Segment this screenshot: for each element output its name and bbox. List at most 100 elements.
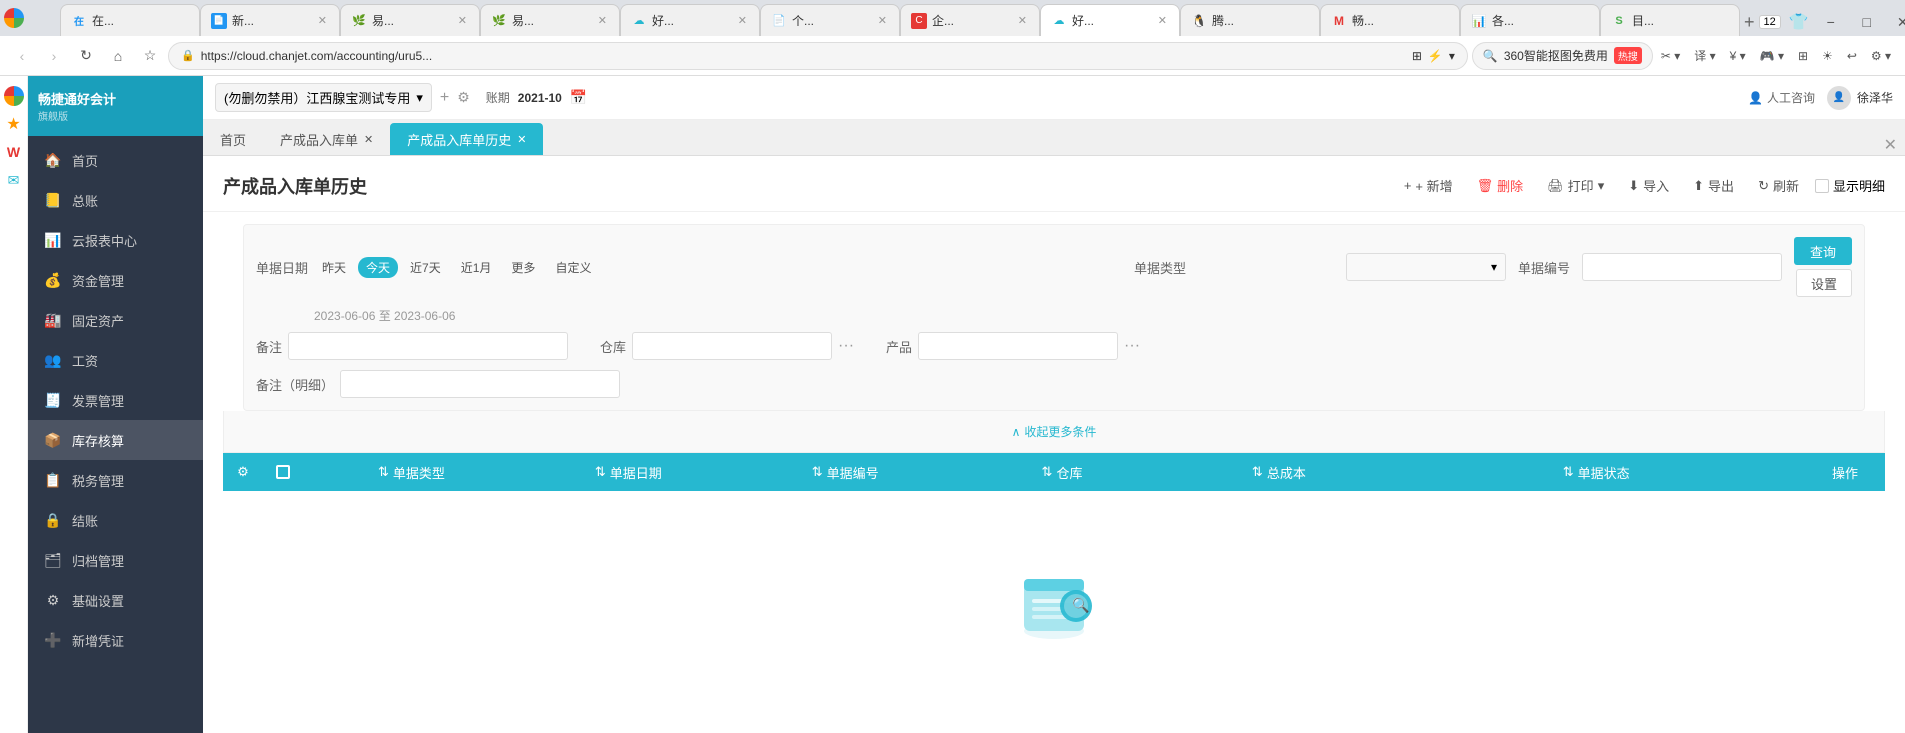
sidebar-item-basic-settings[interactable]: ⚙ 基础设置 [28, 580, 203, 620]
today-btn[interactable]: 今天 [358, 257, 398, 278]
collapse-row: ∧ 收起更多条件 [223, 411, 1885, 453]
undo-tool[interactable]: ↩ [1841, 44, 1863, 68]
note-input[interactable] [288, 332, 568, 360]
page-tab-home[interactable]: 首页 [203, 123, 263, 155]
tab-4[interactable]: 🌿 易... ✕ [480, 4, 620, 36]
collapse-button[interactable]: ∧ 收起更多条件 [1006, 417, 1103, 446]
table-checkbox-col[interactable] [263, 465, 303, 479]
7days-btn[interactable]: 近7天 [402, 257, 449, 278]
tab-11[interactable]: 📊 各... [1460, 4, 1600, 36]
yuan-tool[interactable]: ¥ ▾ [1724, 44, 1752, 68]
tab-6[interactable]: 📄 个... ✕ [760, 4, 900, 36]
maximize-button[interactable]: □ [1853, 8, 1881, 36]
sidebar-item-archive[interactable]: 🗂 归档管理 [28, 540, 203, 580]
icon-sidebar-circle[interactable] [2, 84, 26, 108]
close-panel-button[interactable]: ✕ [1884, 135, 1905, 155]
translate-tool[interactable]: 译 ▾ [1688, 44, 1721, 68]
sidebar-item-cloud-report[interactable]: 📊 云报表中心 [28, 220, 203, 260]
tab-add-button[interactable]: + [1744, 8, 1755, 36]
sidebar-item-home[interactable]: 🏠 首页 [28, 140, 203, 180]
refresh-button[interactable]: ↻ [72, 42, 100, 70]
tab-8[interactable]: ☁ 好... ✕ [1040, 4, 1180, 36]
sidebar-item-closing[interactable]: 🔒 结账 [28, 500, 203, 540]
sidebar-item-payroll[interactable]: 👥 工资 [28, 340, 203, 380]
tab-2[interactable]: 📄 新... ✕ [200, 4, 340, 36]
yesterday-btn[interactable]: 昨天 [314, 257, 354, 278]
tab-10[interactable]: M 畅... [1320, 4, 1460, 36]
page-tab-list-close[interactable]: ✕ [364, 133, 373, 146]
close-button[interactable]: ✕ [1889, 8, 1905, 36]
sidebar-item-ledger[interactable]: 📒 总账 [28, 180, 203, 220]
table-number-col[interactable]: ⇅ 单据编号 [737, 463, 954, 482]
hot-badge: 热搜 [1614, 47, 1642, 64]
print-icon: 🖨 [1547, 178, 1564, 194]
address-bar[interactable]: 🔒 https://cloud.chanjet.com/accounting/u… [168, 42, 1468, 70]
export-button[interactable]: ⬆ 导出 [1685, 172, 1742, 199]
basic-settings-icon: ⚙ [44, 591, 62, 609]
display-checkbox[interactable] [1815, 179, 1829, 193]
tab-12[interactable]: S 目... [1600, 4, 1740, 36]
forward-button[interactable]: › [40, 42, 68, 70]
sidebar-item-funds[interactable]: 💰 资金管理 [28, 260, 203, 300]
filter-settings-button[interactable]: 设置 [1796, 269, 1852, 297]
tab-3[interactable]: 🌿 易... ✕ [340, 4, 480, 36]
layout-tool[interactable]: ⊞ [1792, 44, 1814, 68]
display-detail-toggle[interactable]: 显示明细 [1815, 176, 1885, 195]
page-tab-history-close[interactable]: ✕ [517, 133, 526, 146]
sidebar-item-invoice[interactable]: 🧾 发票管理 [28, 380, 203, 420]
home-button[interactable]: ⌂ [104, 42, 132, 70]
table-status-col[interactable]: ⇅ 单据状态 [1387, 463, 1805, 482]
query-button[interactable]: 查询 [1794, 237, 1852, 265]
warehouse-dots[interactable]: ··· [838, 337, 854, 355]
table-settings-col[interactable]: ⚙ [223, 464, 263, 480]
sidebar-item-new-voucher[interactable]: ➕ 新增凭证 [28, 620, 203, 660]
select-all-checkbox[interactable] [276, 465, 290, 479]
ai-consult-button[interactable]: 👤 人工咨询 [1748, 89, 1815, 106]
import-button[interactable]: ⬇ 导入 [1620, 172, 1677, 199]
refresh-button[interactable]: ↻ 刷新 [1750, 172, 1807, 199]
tab-1[interactable]: 在 在... [60, 4, 200, 36]
company-selector[interactable]: (勿删勿禁用）江西腺宝测试专用 ▾ [215, 83, 432, 112]
sun-tool[interactable]: ☀ [1816, 44, 1839, 68]
company-settings-button[interactable]: ⚙ [457, 89, 470, 106]
page-tab-history[interactable]: 产成品入库单历史 ✕ [390, 123, 543, 155]
tab-5[interactable]: ☁ 好... ✕ [620, 4, 760, 36]
new-icon: + [1404, 178, 1412, 193]
search-box-360[interactable]: 🔍 360智能抠图免费用 热搜 [1472, 42, 1653, 70]
page-tab-list[interactable]: 产成品入库单 ✕ [263, 123, 390, 155]
tab-7[interactable]: C 企... ✕ [900, 4, 1040, 36]
favorite-button[interactable]: ☆ [136, 42, 164, 70]
delete-button[interactable]: 🗑 删除 [1469, 172, 1532, 199]
sidebar-item-inventory[interactable]: 📦 库存核算 [28, 420, 203, 460]
gamepad-tool[interactable]: 🎮 ▾ [1754, 44, 1790, 68]
table-type-col[interactable]: ⇅ 单据类型 [303, 463, 520, 482]
table-date-col[interactable]: ⇅ 单据日期 [520, 463, 737, 482]
product-dots[interactable]: ··· [1124, 337, 1140, 355]
custom-date-btn[interactable]: 自定义 [547, 257, 599, 278]
warehouse-input[interactable] [632, 332, 832, 360]
more-date-btn[interactable]: 更多 [503, 257, 543, 278]
settings-tool[interactable]: ⚙ ▾ [1865, 44, 1897, 68]
1month-btn[interactable]: 近1月 [453, 257, 500, 278]
detail-note-input[interactable] [340, 370, 620, 398]
icon-sidebar-bookmark[interactable]: ★ [2, 112, 26, 136]
table-cost-col[interactable]: ⇅ 总成本 [1170, 463, 1387, 482]
address-dropdown-icon[interactable]: ▾ [1449, 49, 1455, 63]
user-info[interactable]: 👤 徐泽华 [1827, 86, 1893, 110]
product-input[interactable] [918, 332, 1118, 360]
icon-sidebar-weibo[interactable]: W [2, 140, 26, 164]
minimize-button[interactable]: − [1817, 8, 1845, 36]
icon-sidebar-mail[interactable]: ✉ [2, 168, 26, 192]
calendar-icon[interactable]: 📅 [570, 89, 587, 106]
scissors-tool[interactable]: ✂ ▾ [1655, 44, 1686, 68]
type-select[interactable]: ▾ [1346, 253, 1506, 281]
tab-9[interactable]: 🐧 腾... [1180, 4, 1320, 36]
add-company-button[interactable]: + [440, 89, 449, 107]
new-button[interactable]: + + 新增 [1396, 172, 1461, 199]
back-button[interactable]: ‹ [8, 42, 36, 70]
number-input[interactable] [1582, 253, 1782, 281]
sidebar-item-fixed-assets[interactable]: 🏭 固定资产 [28, 300, 203, 340]
print-button[interactable]: 🖨 打印 ▾ [1539, 172, 1612, 199]
sidebar-item-tax[interactable]: 📋 税务管理 [28, 460, 203, 500]
table-warehouse-col[interactable]: ⇅ 仓库 [954, 463, 1171, 482]
